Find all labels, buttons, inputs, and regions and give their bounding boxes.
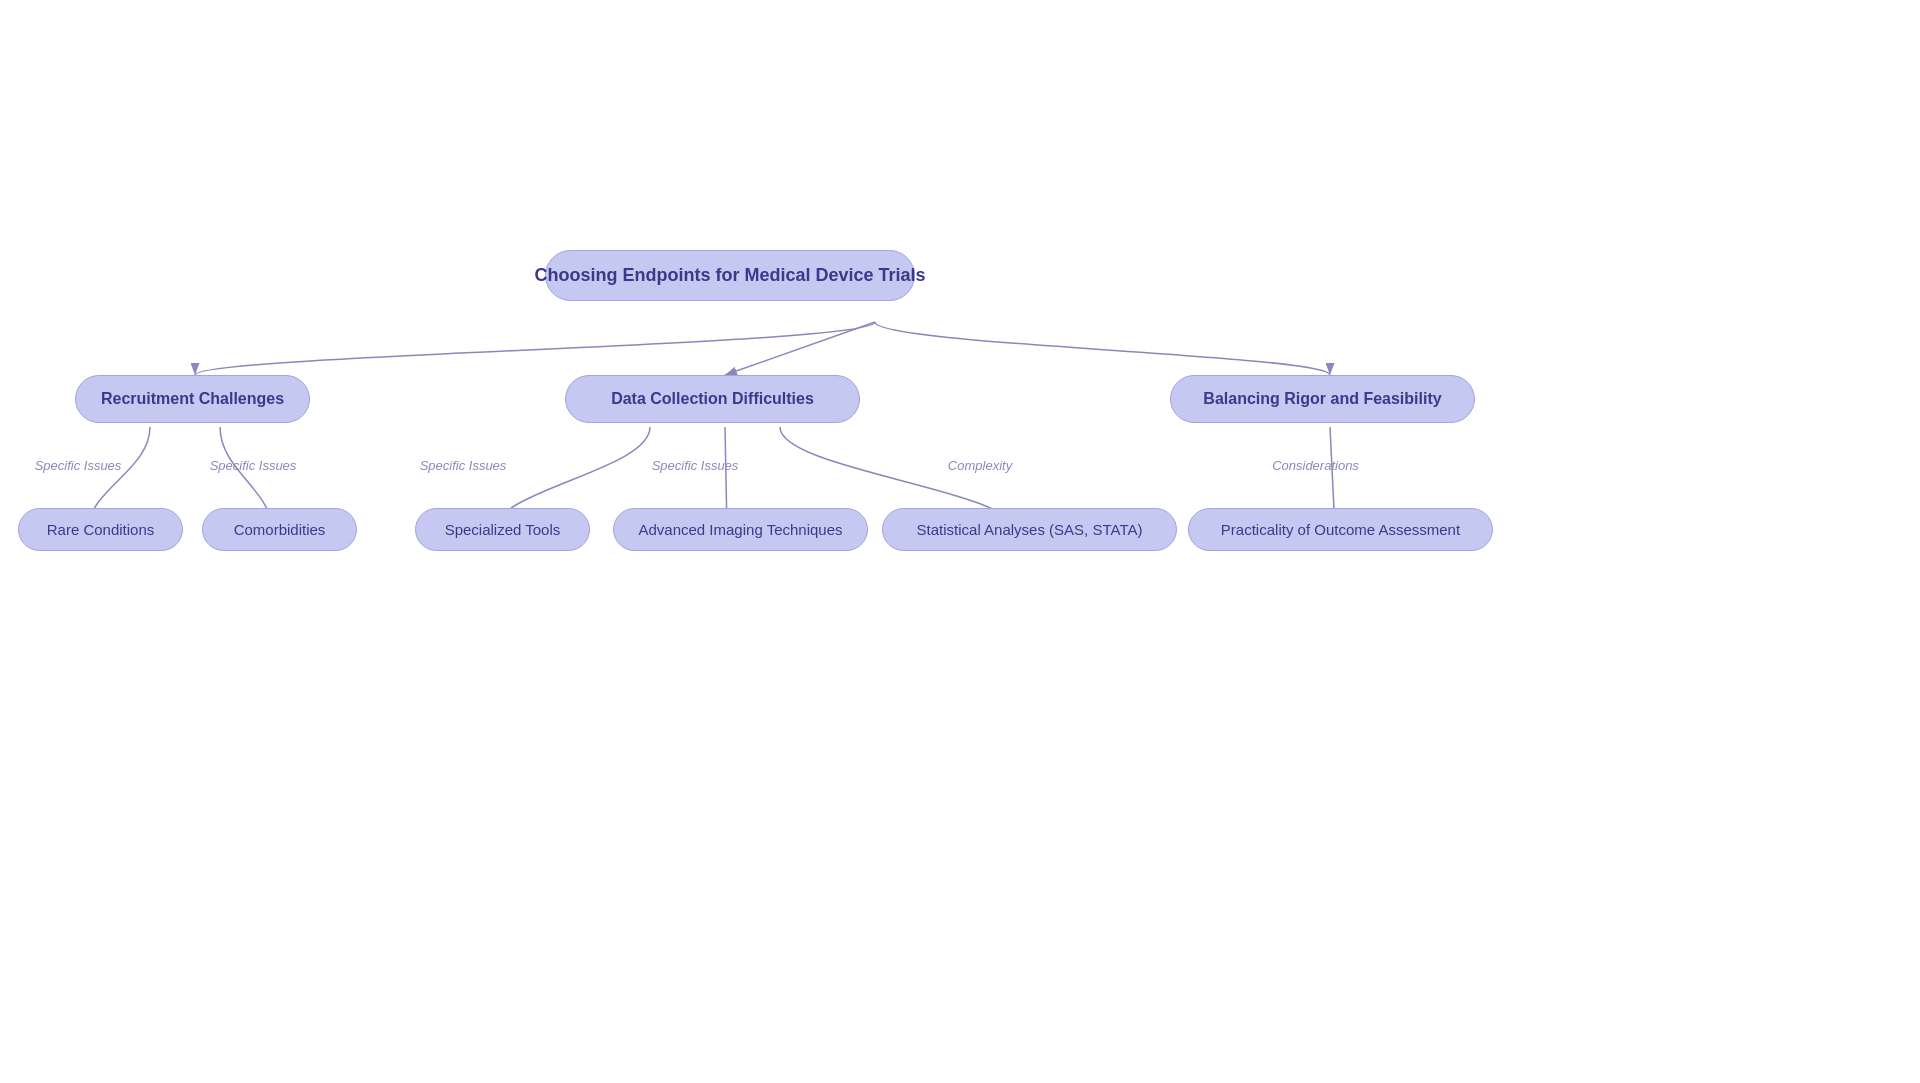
practicality-node: Practicality of Outcome Assessment bbox=[1188, 508, 1493, 551]
recruitment-challenges-node: Recruitment Challenges bbox=[75, 375, 310, 423]
comorbidities-node: Comorbidities bbox=[202, 508, 357, 551]
rare-conditions-node: Rare Conditions bbox=[18, 508, 183, 551]
balancing-rigor-node: Balancing Rigor and Feasibility bbox=[1170, 375, 1475, 423]
edge-label-to-comorbidities: Specific Issues bbox=[198, 458, 308, 473]
edge-label-to-advanced: Specific Issues bbox=[640, 458, 750, 473]
edge-label-to-specialized: Specific Issues bbox=[408, 458, 518, 473]
diagram-container: Choosing Endpoints for Medical Device Tr… bbox=[0, 0, 1920, 1083]
edge-label-to-rare: Specific Issues bbox=[28, 458, 128, 473]
edge-label-to-statistical: Complexity bbox=[930, 458, 1030, 473]
root-node: Choosing Endpoints for Medical Device Tr… bbox=[545, 250, 915, 301]
advanced-imaging-node: Advanced Imaging Techniques bbox=[613, 508, 868, 551]
edge-label-to-practicality: Considerations bbox=[1258, 458, 1373, 473]
specialized-tools-node: Specialized Tools bbox=[415, 508, 590, 551]
data-collection-node: Data Collection Difficulties bbox=[565, 375, 860, 423]
statistical-analyses-node: Statistical Analyses (SAS, STATA) bbox=[882, 508, 1177, 551]
